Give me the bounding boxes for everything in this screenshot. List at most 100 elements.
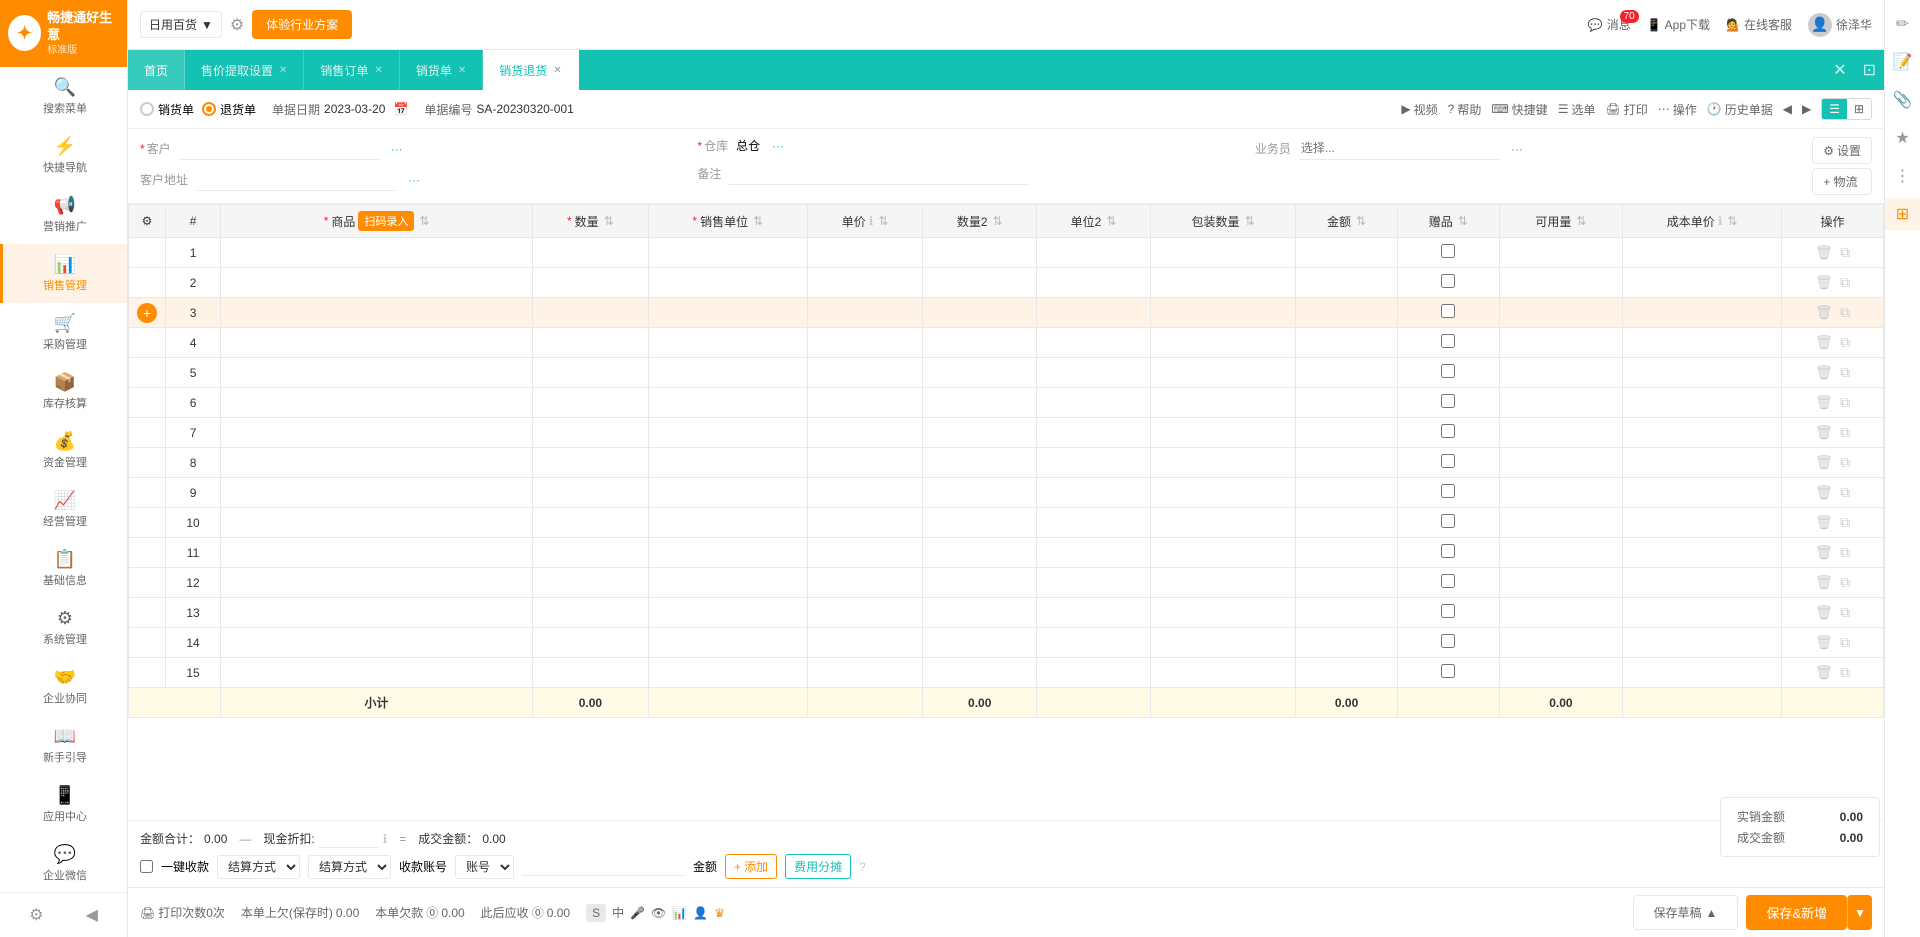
delete-row-btn[interactable]: 🗑 (1813, 542, 1835, 563)
copy-row-btn[interactable]: ⧉ (1838, 512, 1852, 533)
add-row-btn[interactable]: + (137, 303, 157, 323)
s-icon[interactable]: S (586, 904, 606, 922)
mic-icon[interactable]: 🎤 (630, 906, 645, 920)
salesperson-input[interactable] (1299, 137, 1499, 160)
copy-row-btn[interactable]: ⧉ (1838, 242, 1852, 263)
qty-sort-icon[interactable]: ⇅ (604, 214, 614, 228)
prev-record-btn[interactable]: ◀ (1783, 102, 1792, 116)
gift-checkbox[interactable] (1441, 604, 1455, 618)
settlement-method-select[interactable]: 结算方式 (217, 855, 300, 879)
experience-btn[interactable]: 体验行业方案 (252, 10, 352, 39)
delete-row-btn[interactable]: 🗑 (1813, 482, 1835, 503)
tab-sales-return[interactable]: 销货退货 ✕ (483, 50, 578, 90)
rp-clip-btn[interactable]: 📎 (1885, 84, 1920, 116)
discount-info-icon[interactable]: ℹ (383, 832, 388, 846)
account-select[interactable]: 账号 (455, 855, 514, 879)
add-btn[interactable]: + + 添加 添加 (725, 854, 777, 879)
sidebar-item-app-center[interactable]: 📱 应用中心 (0, 775, 127, 834)
product-input[interactable] (229, 306, 524, 320)
copy-row-btn[interactable]: ⧉ (1838, 362, 1852, 383)
grid-view-btn[interactable]: ⊞ (1847, 99, 1871, 119)
copy-row-btn[interactable]: ⧉ (1838, 392, 1852, 413)
gift-checkbox[interactable] (1441, 394, 1455, 408)
unit-sort-icon[interactable]: ⇅ (753, 214, 763, 228)
cost-price-info-icon[interactable]: ℹ (1718, 214, 1723, 228)
sidebar-item-finance[interactable]: 💰 资金管理 (0, 421, 127, 480)
shortcut-btn[interactable]: ⌨ 快捷键 (1491, 101, 1547, 118)
scan-enter-btn[interactable]: 扫码录入 (358, 211, 414, 231)
unit2-cell[interactable] (1037, 238, 1151, 268)
copy-row-btn[interactable]: ⧉ (1838, 632, 1852, 653)
copy-row-btn[interactable]: ⧉ (1838, 332, 1852, 353)
delete-row-btn[interactable]: 🗑 (1813, 452, 1835, 473)
avail-cell[interactable] (1499, 238, 1622, 268)
amount-sort-icon[interactable]: ⇅ (1356, 214, 1366, 228)
gift-checkbox[interactable] (1441, 364, 1455, 378)
qty-cell[interactable] (533, 238, 649, 268)
online-service-btn[interactable]: 💁 在线客服 (1726, 16, 1792, 33)
gift-checkbox[interactable] (1441, 334, 1455, 348)
delete-row-btn[interactable]: 🗑 (1813, 272, 1835, 293)
qty2-cell[interactable] (923, 238, 1037, 268)
video-btn[interactable]: ▶ 视频 (1401, 101, 1437, 118)
sidebar-item-operation[interactable]: 📈 经营管理 (0, 480, 127, 539)
app-download-btn[interactable]: 📱 App下载 (1647, 16, 1710, 33)
rp-orange-panel-btn[interactable]: ⊞ (1885, 198, 1920, 230)
gift-checkbox[interactable] (1441, 634, 1455, 648)
price-sort-icon[interactable]: ⇅ (878, 214, 888, 228)
radio-sales[interactable]: 销货单 (140, 101, 194, 118)
copy-row-btn[interactable]: ⧉ (1838, 572, 1852, 593)
gift-checkbox[interactable] (1441, 574, 1455, 588)
delete-row-btn[interactable]: 🗑 (1813, 572, 1835, 593)
person-icon[interactable]: 👤 (693, 906, 708, 920)
copy-row-btn[interactable]: ⧉ (1838, 662, 1852, 683)
gift-checkbox[interactable] (1441, 244, 1455, 258)
copy-row-btn[interactable]: ⧉ (1838, 422, 1852, 443)
unit2-sort-icon[interactable]: ⇅ (1106, 214, 1116, 228)
gift-checkbox[interactable] (1441, 454, 1455, 468)
print-btn[interactable]: 🖨 打印 (1605, 101, 1647, 118)
delete-row-btn[interactable]: 🗑 (1813, 602, 1835, 623)
qty2-sort-icon[interactable]: ⇅ (993, 214, 1003, 228)
pack-sort-icon[interactable]: ⇅ (1245, 214, 1255, 228)
gift-checkbox[interactable] (1441, 274, 1455, 288)
logistics-btn[interactable]: + 物流 (1812, 168, 1872, 195)
delete-row-btn[interactable]: 🗑 (1813, 332, 1835, 353)
tab-home[interactable]: 首页 (128, 50, 185, 90)
sidebar-item-marketing[interactable]: 📢 营销推广 (0, 185, 127, 244)
pack-cell[interactable] (1150, 238, 1295, 268)
sidebar-item-inventory[interactable]: 📦 库存核算 (0, 362, 127, 421)
cost-sort-icon[interactable]: ⇅ (1727, 214, 1737, 228)
salesperson-select-btn[interactable]: ··· (1511, 142, 1523, 156)
th-settings[interactable]: ⚙ (129, 205, 166, 238)
one-click-payment-checkbox[interactable] (140, 860, 153, 873)
amount-cell[interactable] (1296, 238, 1398, 268)
save-new-dropdown-btn[interactable]: ▼ (1847, 895, 1872, 930)
product-cell[interactable] (221, 238, 533, 268)
settings-side-btn[interactable]: ⚙ 设置 (1812, 137, 1872, 164)
tab-sales-order[interactable]: 销售订单 ✕ (304, 50, 399, 90)
rp-note-btn[interactable]: 📝 (1885, 46, 1920, 78)
sidebar-item-system[interactable]: ⚙ 系统管理 (0, 598, 127, 657)
unit-price-info-icon[interactable]: ℹ (869, 214, 874, 228)
tab-sales-delivery[interactable]: 销货单 ✕ (400, 50, 483, 90)
copy-row-btn[interactable]: ⧉ (1838, 452, 1852, 473)
avail-sort-icon[interactable]: ⇅ (1576, 214, 1586, 228)
fenyong-btn[interactable]: 费用分摊 (785, 854, 851, 879)
sidebar-item-basic-info[interactable]: 📋 基础信息 (0, 539, 127, 598)
sidebar-item-enterprise-wechat[interactable]: 💬 企业微信 (0, 834, 127, 892)
gift-sort-icon[interactable]: ⇅ (1458, 214, 1468, 228)
sidebar-item-quick-nav[interactable]: ⚡ 快捷导航 (0, 126, 127, 185)
tab-close-price-settings[interactable]: ✕ (279, 65, 287, 76)
copy-row-btn[interactable]: ⧉ (1838, 542, 1852, 563)
delete-row-btn[interactable]: 🗑 (1813, 302, 1835, 323)
delete-row-btn[interactable]: 🗑 (1813, 362, 1835, 383)
crown-icon[interactable]: ♛ (714, 906, 725, 920)
sidebar-settings-btn[interactable]: ⚙ (25, 901, 47, 929)
gift-checkbox[interactable] (1441, 514, 1455, 528)
industry-select[interactable]: 日用百货 ▼ (140, 11, 222, 38)
unit-cell[interactable] (648, 238, 807, 268)
amount-input[interactable] (522, 857, 685, 876)
copy-row-btn[interactable]: ⧉ (1838, 272, 1852, 293)
copy-row-btn[interactable]: ⧉ (1838, 302, 1852, 323)
